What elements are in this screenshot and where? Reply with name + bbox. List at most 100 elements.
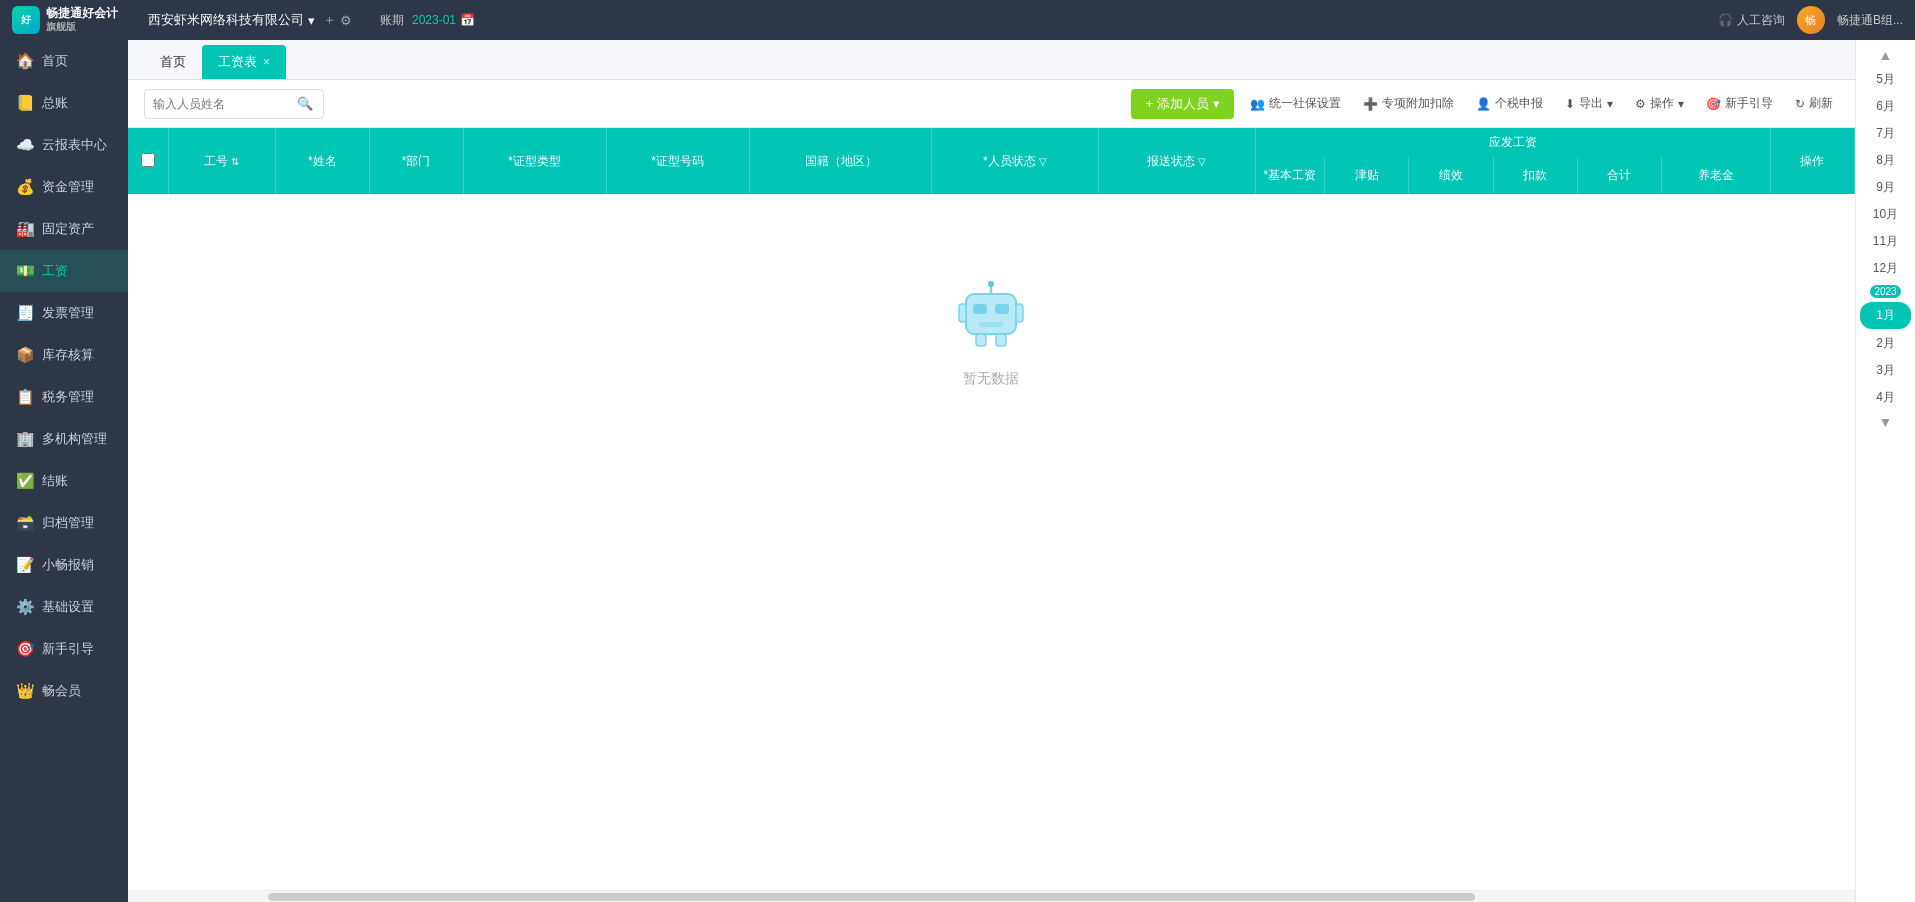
- empty-row: 暂无数据: [128, 194, 1855, 468]
- tax-icon: 👤: [1476, 97, 1491, 111]
- filter-icon-report[interactable]: ▽: [1198, 156, 1206, 167]
- sidebar-item-资金管理[interactable]: 💰 资金管理: [0, 166, 128, 208]
- month-3[interactable]: 3月: [1856, 357, 1915, 384]
- tab-home[interactable]: 首页: [144, 45, 202, 79]
- help-button[interactable]: 🎧 人工咨询: [1718, 12, 1785, 29]
- social-security-btn[interactable]: 👥 统一社保设置: [1244, 91, 1347, 116]
- sidebar-item-发票管理[interactable]: 🧾 发票管理: [0, 292, 128, 334]
- sidebar-icon-8: 📋: [16, 388, 34, 406]
- month-1[interactable]: 1月: [1860, 302, 1911, 329]
- sidebar-icon-9: 🏢: [16, 430, 34, 448]
- th-dept: *部门: [369, 128, 463, 194]
- month-6[interactable]: 6月: [1856, 93, 1915, 120]
- empty-state: 暂无数据: [128, 194, 1855, 468]
- sort-icon: ⇅: [231, 156, 239, 167]
- refresh-btn[interactable]: ↻ 刷新: [1789, 91, 1839, 116]
- app-name: 畅捷通好会计: [46, 6, 118, 20]
- filter-icon-status[interactable]: ▽: [1039, 156, 1047, 167]
- tab-payroll-label: 工资表: [218, 53, 257, 71]
- sidebar-icon-15: 👑: [16, 682, 34, 700]
- calendar-icon: 📅: [460, 13, 475, 27]
- table-wrap: 工号 ⇅ *姓名 *部门 *证型类型 *证型号码 国籍（地区） *人员状态 ▽: [128, 128, 1855, 890]
- month-10[interactable]: 10月: [1856, 201, 1915, 228]
- right-month-panel: ▲ 5月 6月 7月 8月 9月 10月 11月 12月 2023 1月 2月 …: [1855, 40, 1915, 902]
- sidebar-item-首页[interactable]: 🏠 首页: [0, 40, 128, 82]
- month-4[interactable]: 4月: [1856, 384, 1915, 411]
- sidebar-item-税务管理[interactable]: 📋 税务管理: [0, 376, 128, 418]
- special-deduction-btn[interactable]: ➕ 专项附加扣除: [1357, 91, 1460, 116]
- sidebar-icon-3: 💰: [16, 178, 34, 196]
- tabs-bar: 首页 工资表 ×: [128, 40, 1855, 80]
- sidebar-item-基础设置[interactable]: ⚙️ 基础设置: [0, 586, 128, 628]
- search-icon: 🔍: [297, 96, 313, 111]
- th-total: 合计: [1577, 157, 1661, 194]
- sidebar-label-7: 库存核算: [42, 346, 94, 364]
- th-employee-id: 工号 ⇅: [168, 128, 275, 194]
- scrollbar-area[interactable]: [128, 890, 1855, 902]
- add-company-icon[interactable]: ＋: [323, 11, 336, 29]
- sidebar-item-畅会员[interactable]: 👑 畅会员: [0, 670, 128, 712]
- sidebar-icon-4: 🏭: [16, 220, 34, 238]
- content-area: 首页 工资表 × 🔍 + 添加人员 ▾ 👥 统一社保设置: [128, 40, 1855, 902]
- month-8[interactable]: 8月: [1856, 147, 1915, 174]
- empty-text: 暂无数据: [963, 370, 1019, 388]
- sidebar-item-库存核算[interactable]: 📦 库存核算: [0, 334, 128, 376]
- month-2[interactable]: 2月: [1856, 330, 1915, 357]
- scrollbar-thumb: [268, 893, 1475, 901]
- tab-payroll[interactable]: 工资表 ×: [202, 45, 286, 79]
- th-report-status: 报送状态 ▽: [1098, 128, 1255, 194]
- period-value[interactable]: 2023-01 📅: [412, 13, 475, 27]
- sidebar-label-0: 首页: [42, 52, 68, 70]
- th-checkbox: [128, 128, 168, 194]
- month-nav-up[interactable]: ▲: [1856, 44, 1915, 66]
- sidebar-icon-12: 📝: [16, 556, 34, 574]
- svg-rect-2: [995, 304, 1009, 314]
- sidebar-item-小畅报销[interactable]: 📝 小畅报销: [0, 544, 128, 586]
- user-avatar[interactable]: 畅: [1797, 6, 1825, 34]
- svg-point-5: [988, 281, 994, 287]
- th-base-salary: *基本工资: [1255, 157, 1325, 194]
- export-btn[interactable]: ⬇ 导出 ▾: [1559, 91, 1619, 116]
- sidebar-label-9: 多机构管理: [42, 430, 107, 448]
- add-employee-button[interactable]: + 添加人员 ▾: [1131, 89, 1234, 119]
- sidebar-item-固定资产[interactable]: 🏭 固定资产: [0, 208, 128, 250]
- sidebar-item-多机构管理[interactable]: 🏢 多机构管理: [0, 418, 128, 460]
- sidebar-label-8: 税务管理: [42, 388, 94, 406]
- export-dropdown-icon: ▾: [1607, 97, 1613, 111]
- logo-icon: 好: [12, 6, 40, 34]
- th-salary-group: 应发工资: [1255, 128, 1770, 157]
- month-7[interactable]: 7月: [1856, 120, 1915, 147]
- svg-rect-8: [976, 334, 986, 346]
- svg-rect-0: [966, 294, 1016, 334]
- sidebar-label-4: 固定资产: [42, 220, 94, 238]
- company-name: 西安虾米网络科技有限公司: [148, 11, 304, 29]
- select-all-checkbox[interactable]: [141, 153, 155, 167]
- sidebar-item-总账[interactable]: 📒 总账: [0, 82, 128, 124]
- settings-icon[interactable]: ⚙: [340, 13, 352, 28]
- top-bar-right: 🎧 人工咨询 畅 畅捷通B组...: [1718, 6, 1903, 34]
- month-nav-down[interactable]: ▼: [1856, 411, 1915, 433]
- svg-rect-9: [996, 334, 1006, 346]
- guide-btn[interactable]: 🎯 新手引导: [1700, 91, 1779, 116]
- sidebar-label-2: 云报表中心: [42, 136, 107, 154]
- deduction-icon: ➕: [1363, 97, 1378, 111]
- add-icon: +: [1145, 96, 1153, 111]
- company-selector[interactable]: 西安虾米网络科技有限公司 ▾ ＋ ⚙: [140, 7, 360, 33]
- sidebar-item-归档管理[interactable]: 🗃️ 归档管理: [0, 502, 128, 544]
- month-9[interactable]: 9月: [1856, 174, 1915, 201]
- operations-btn[interactable]: ⚙ 操作 ▾: [1629, 91, 1690, 116]
- tab-close-button[interactable]: ×: [263, 55, 270, 69]
- month-11[interactable]: 11月: [1856, 228, 1915, 255]
- toolbar-right: + 添加人员 ▾ 👥 统一社保设置 ➕ 专项附加扣除 👤 个税申报 ⬇: [1131, 89, 1839, 119]
- sidebar-item-云报表中心[interactable]: ☁️ 云报表中心: [0, 124, 128, 166]
- app-logo: 好 畅捷通好会计 旗舰版: [12, 6, 132, 34]
- export-icon: ⬇: [1565, 97, 1575, 111]
- sidebar-item-结账[interactable]: ✅ 结账: [0, 460, 128, 502]
- sidebar-item-工资[interactable]: 💵 工资: [0, 250, 128, 292]
- tax-report-btn[interactable]: 👤 个税申报: [1470, 91, 1549, 116]
- month-12[interactable]: 12月: [1856, 255, 1915, 282]
- year-badge: 2023: [1870, 285, 1900, 298]
- search-input[interactable]: [153, 97, 293, 111]
- month-5[interactable]: 5月: [1856, 66, 1915, 93]
- sidebar-item-新手引导[interactable]: 🎯 新手引导: [0, 628, 128, 670]
